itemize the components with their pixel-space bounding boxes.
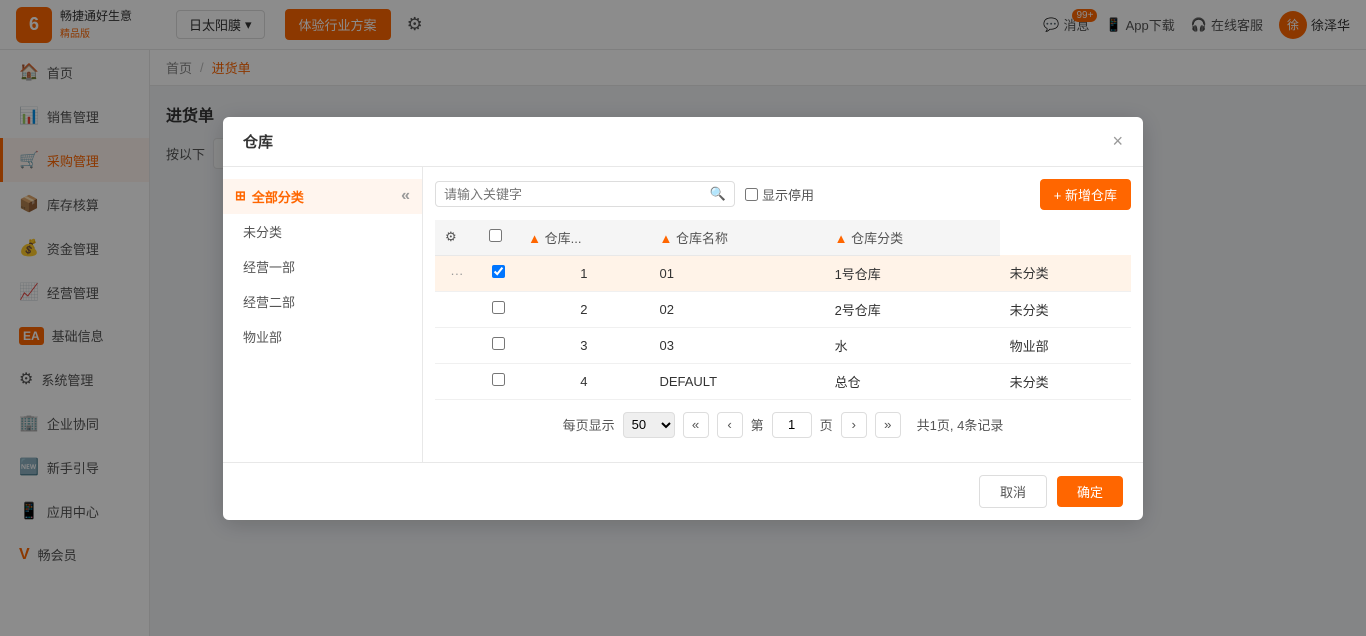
table-scroll: ⚙ ▲ 仓库... ▲ (435, 220, 1131, 400)
table-header-row: ⚙ ▲ 仓库... ▲ (435, 220, 1131, 256)
cancel-btn[interactable]: 取消 (979, 475, 1047, 508)
row-seq-cell: 2 (518, 291, 649, 327)
search-input[interactable] (444, 187, 710, 202)
add-warehouse-btn[interactable]: + 新增仓库 (1040, 179, 1131, 210)
page-label: 第 (751, 415, 764, 434)
total-info: 共1页, 4条记录 (917, 415, 1004, 434)
page-size-label: 每页显示 (563, 415, 615, 434)
category-unclassified[interactable]: 未分类 (223, 214, 422, 249)
row-name-cell: 2号仓库 (825, 291, 1000, 327)
modal-close-btn[interactable]: × (1112, 131, 1123, 152)
row-checkbox[interactable] (492, 301, 505, 314)
th-check (479, 220, 518, 256)
category-panel: ⊞ 全部分类 « 未分类 经营一部 经营二部 物业部 (223, 167, 423, 462)
page-size-select[interactable]: 50 10 20 100 (623, 412, 675, 438)
row-seq-cell: 4 (518, 363, 649, 399)
th-gear: ⚙ (435, 220, 479, 256)
row-name-cell: 总仓 (825, 363, 1000, 399)
category-ops2[interactable]: 经营二部 (223, 284, 422, 319)
row-code-cell: 03 (649, 327, 824, 363)
row-actions-cell (435, 363, 479, 399)
warehouse-table: ⚙ ▲ 仓库... ▲ (435, 220, 1131, 400)
row-check-cell (479, 255, 518, 291)
prev-page-btn[interactable]: ‹ (717, 412, 743, 438)
last-page-btn[interactable]: » (875, 412, 901, 438)
row-actions-cell: ··· (435, 255, 479, 291)
modal-overlay: 仓库 × ⊞ 全部分类 « 未分类 经营一部 经营二部 (0, 0, 1366, 636)
show-disabled-check[interactable] (745, 188, 758, 201)
row-checkbox[interactable] (492, 265, 505, 278)
row-check-cell (479, 363, 518, 399)
next-page-btn[interactable]: › (841, 412, 867, 438)
modal-title: 仓库 (243, 131, 273, 152)
collapse-icon[interactable]: « (401, 187, 410, 205)
modal-header: 仓库 × (223, 117, 1143, 167)
category-ops1[interactable]: 经营一部 (223, 249, 422, 284)
page-number-input[interactable] (772, 412, 812, 438)
row-category-cell: 未分类 (1000, 255, 1131, 291)
all-category-label: 全部分类 (252, 187, 304, 206)
row-check-cell (479, 291, 518, 327)
th-code: ▲ 仓库... (518, 220, 649, 256)
table-panel: 🔍 显示停用 + 新增仓库 ⚙ (423, 167, 1143, 462)
category-property[interactable]: 物业部 (223, 319, 422, 354)
pagination: 每页显示 50 10 20 100 « ‹ 第 页 › » 共1页, 4条记录 (435, 400, 1131, 450)
row-category-cell: 物业部 (1000, 327, 1131, 363)
search-icon[interactable]: 🔍 (710, 186, 726, 202)
all-category-item[interactable]: ⊞ 全部分类 « (223, 179, 422, 214)
confirm-btn[interactable]: 确定 (1057, 476, 1123, 507)
gear-icon[interactable]: ⚙ (445, 229, 457, 244)
row-actions-cell (435, 291, 479, 327)
row-name-cell: 1号仓库 (825, 255, 1000, 291)
show-disabled-checkbox[interactable]: 显示停用 (745, 185, 814, 204)
row-seq-cell: 1 (518, 255, 649, 291)
modal-footer: 取消 确定 (223, 462, 1143, 520)
sort-icon-name: ▲ (659, 231, 672, 246)
show-disabled-label: 显示停用 (762, 185, 814, 204)
table-row[interactable]: 4 DEFAULT 总仓 未分类 (435, 363, 1131, 399)
row-actions-cell (435, 327, 479, 363)
row-name-cell: 水 (825, 327, 1000, 363)
row-seq-cell: 3 (518, 327, 649, 363)
row-code-cell: 01 (649, 255, 824, 291)
row-checkbox[interactable] (492, 373, 505, 386)
th-name: ▲ 仓库名称 (649, 220, 824, 256)
warehouse-modal: 仓库 × ⊞ 全部分类 « 未分类 经营一部 经营二部 (223, 117, 1143, 520)
row-code-cell: DEFAULT (649, 363, 824, 399)
table-row[interactable]: 2 02 2号仓库 未分类 (435, 291, 1131, 327)
th-category: ▲ 仓库分类 (825, 220, 1000, 256)
sort-icon-cat: ▲ (835, 231, 848, 246)
row-code-cell: 02 (649, 291, 824, 327)
more-icon[interactable]: ··· (450, 266, 463, 281)
row-category-cell: 未分类 (1000, 363, 1131, 399)
row-check-cell (479, 327, 518, 363)
sort-icon: ▲ (528, 231, 541, 246)
first-page-btn[interactable]: « (683, 412, 709, 438)
grid-icon: ⊞ (235, 188, 246, 204)
table-row[interactable]: ··· 1 01 1号仓库 未分类 (435, 255, 1131, 291)
select-all-checkbox[interactable] (489, 229, 502, 242)
row-category-cell: 未分类 (1000, 291, 1131, 327)
table-row[interactable]: 3 03 水 物业部 (435, 327, 1131, 363)
page-suffix: 页 (820, 415, 833, 434)
table-toolbar: 🔍 显示停用 + 新增仓库 (435, 179, 1131, 210)
search-box: 🔍 (435, 181, 735, 207)
modal-body: ⊞ 全部分类 « 未分类 经营一部 经营二部 物业部 (223, 167, 1143, 462)
row-checkbox[interactable] (492, 337, 505, 350)
